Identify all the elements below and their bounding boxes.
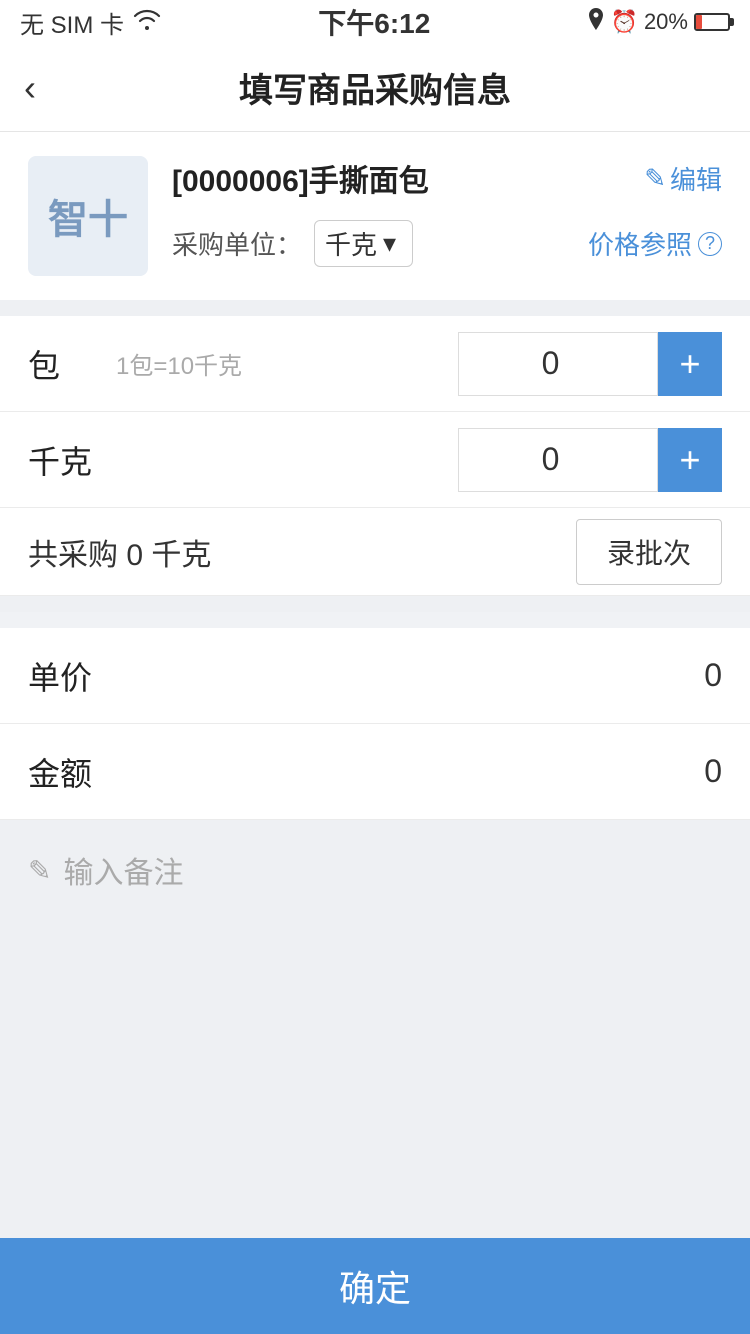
status-time: 下午6:12 [318,2,430,42]
battery-icon [694,13,730,31]
divider-1 [0,300,750,316]
carrier-text: 无 SIM 卡 [20,5,124,40]
total-label: 共采购 0 千克 [28,530,211,574]
amount-row: 金额 0 [0,724,750,820]
bao-input-right: + [458,332,722,396]
product-image: 智十 [28,156,148,276]
bao-sublabel: 1包=10千克 [116,346,242,381]
unit-select[interactable]: 千克 ▾ [314,220,413,267]
bao-label: 包 [28,341,108,387]
edit-button[interactable]: ✎ 编辑 [644,160,722,197]
edit-icon: ✎ [644,163,666,194]
divider-2 [0,596,750,612]
dropdown-icon: ▾ [383,228,396,259]
price-ref-label: 价格参照 [588,225,692,262]
pricing-section: 单价 0 金额 0 [0,628,750,820]
amount-label: 金额 [28,749,92,795]
bao-row: 包 1包=10千克 + [0,316,750,412]
note-section[interactable]: ✎ 输入备注 [0,820,750,920]
bao-quantity-input[interactable] [458,332,658,396]
product-info: [0000006]手撕面包 ✎ 编辑 采购单位： 千克 ▾ 价格参照 ? [172,156,722,267]
amount-value: 0 [704,753,722,790]
kg-row: 千克 + [0,412,750,508]
kg-label: 千克 [28,437,108,483]
product-card: 智十 [0000006]手撕面包 ✎ 编辑 采购单位： 千克 ▾ [0,132,750,300]
wifi-icon [132,8,162,37]
status-left: 无 SIM 卡 [20,5,162,40]
note-icon: ✎ [28,854,51,887]
status-right: ⏰ 20% [587,8,730,36]
battery-percentage: 20% [644,9,688,35]
record-batch-button[interactable]: 录批次 [576,519,722,585]
product-bottom: 采购单位： 千克 ▾ 价格参照 ? [172,220,722,267]
kg-input-right: + [458,428,722,492]
alarm-icon: ⏰ [611,9,638,35]
quantity-section: 包 1包=10千克 + 千克 + [0,316,750,508]
product-logo-text: 智十 [48,187,128,245]
kg-quantity-input[interactable] [458,428,658,492]
total-row: 共采购 0 千克 录批次 [0,508,750,596]
nav-bar: ‹ 填写商品采购信息 [0,44,750,132]
bao-plus-button[interactable]: + [658,332,722,396]
price-ref-button[interactable]: 价格参照 ? [588,225,722,262]
content-spacer [0,920,750,1238]
product-name: [0000006]手撕面包 [172,156,429,200]
confirm-button[interactable]: 确定 [0,1238,750,1334]
page-title: 填写商品采购信息 [239,63,511,112]
unit-price-label: 单价 [28,653,92,699]
edit-label: 编辑 [670,160,722,197]
location-icon [587,8,605,36]
back-button[interactable]: ‹ [24,67,36,109]
purchase-unit: 采购单位： 千克 ▾ [172,220,413,267]
note-placeholder: 输入备注 [63,848,183,892]
unit-text: 千克 [325,225,377,262]
purchase-unit-label: 采购单位： [172,225,302,262]
price-ref-icon: ? [698,232,722,256]
kg-plus-button[interactable]: + [658,428,722,492]
product-top: [0000006]手撕面包 ✎ 编辑 [172,156,722,200]
unit-price-value: 0 [704,657,722,694]
unit-price-row: 单价 0 [0,628,750,724]
status-bar: 无 SIM 卡 下午6:12 ⏰ 20% [0,0,750,44]
